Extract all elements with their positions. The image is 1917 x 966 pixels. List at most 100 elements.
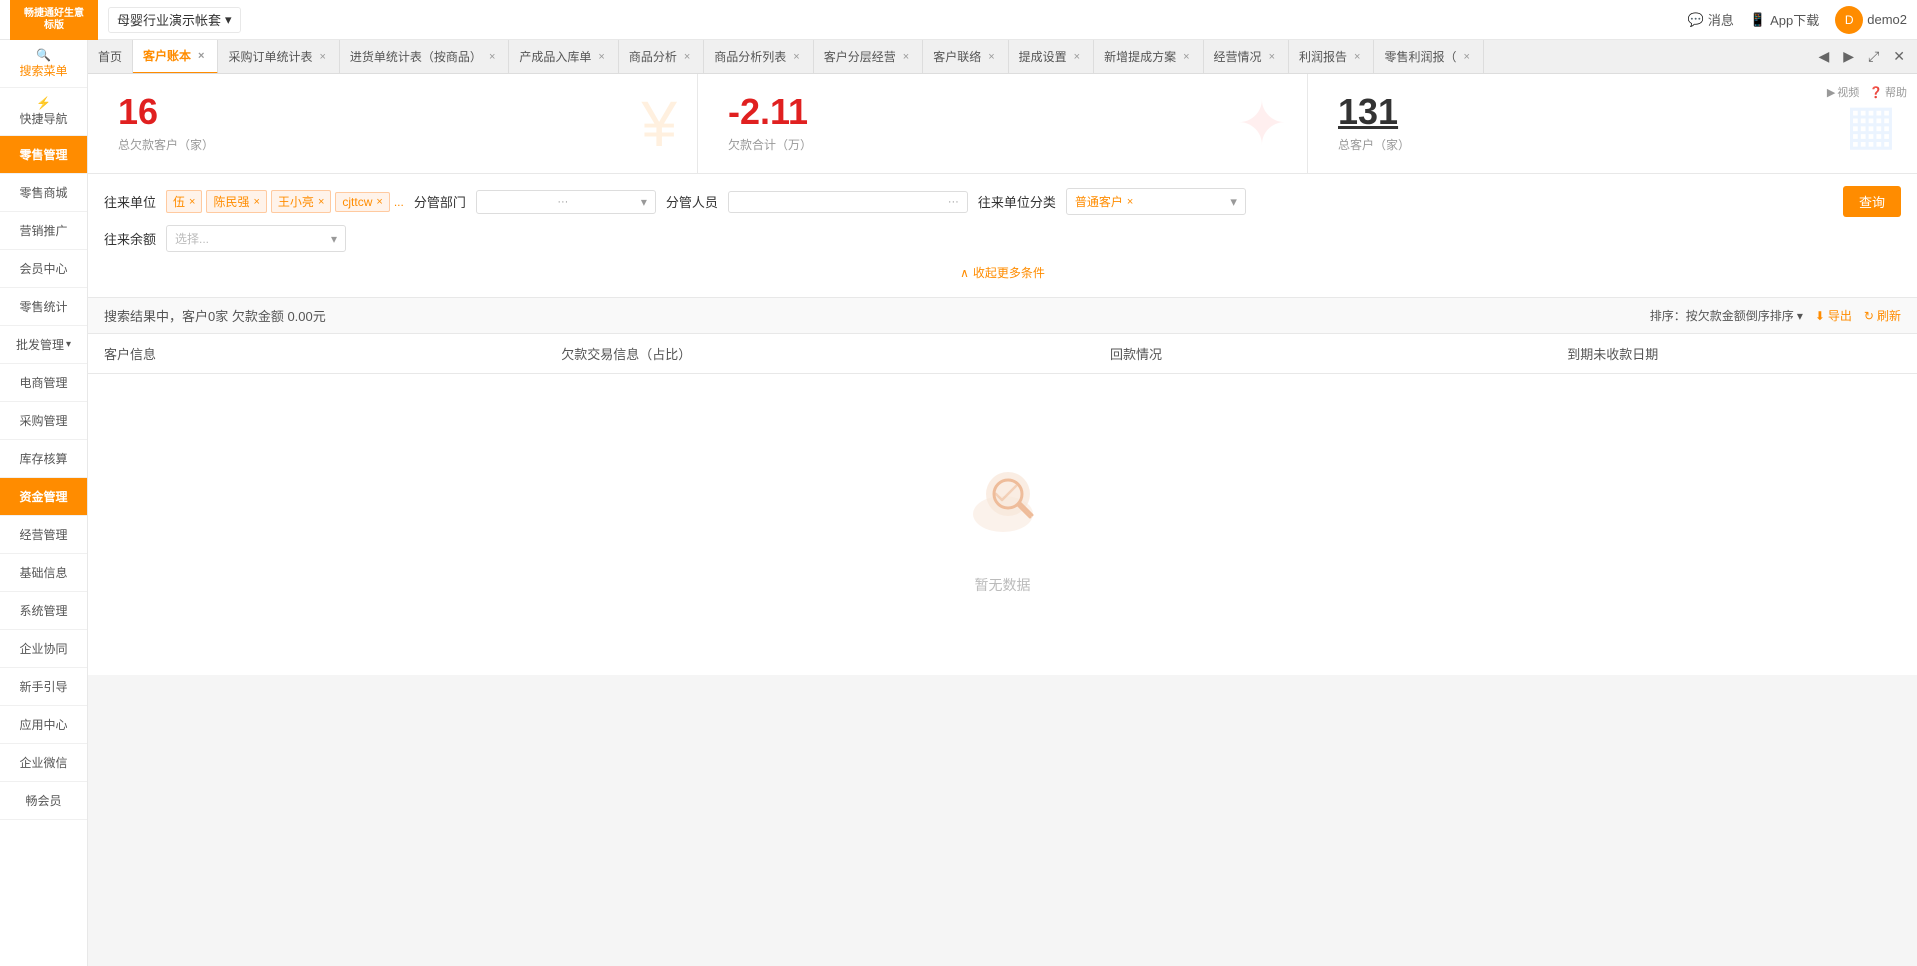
filter-more-btn[interactable]: ... [394, 195, 404, 209]
tab-next-arrow[interactable]: ▶ [1839, 46, 1858, 67]
tab-close-retail-profit[interactable]: × [1460, 50, 1472, 64]
demo-select[interactable]: 母婴行业演示帐套 [108, 7, 241, 33]
stat-label-debt-customers: 总欠款客户（家） [118, 136, 214, 153]
sidebar-item-app-center[interactable]: 应用中心 [0, 706, 87, 744]
tab-retail-profit[interactable]: 零售利润报（ × [1374, 40, 1483, 74]
tab-prev-arrow[interactable]: ◀ [1815, 46, 1834, 67]
sort-btn[interactable]: 排序：按欠款金额倒序排序 ▾ [1650, 307, 1803, 324]
sidebar-item-wholesale[interactable]: 批发管理 ▾ [0, 326, 87, 364]
filter-area: 往来单位 伍 × 陈民强 × 王小亮 × [88, 174, 1917, 298]
sort-chevron-down-icon: ▾ [1797, 309, 1803, 323]
sidebar-search-label: 搜索菜单 [5, 62, 82, 79]
avatar: D [1835, 6, 1863, 34]
tab-close-goods-stat[interactable]: × [486, 50, 498, 64]
remove-tag-wangxiaoliang[interactable]: × [318, 196, 324, 208]
chevron-down-icon [225, 12, 232, 28]
tab-close-customer-tier[interactable]: × [900, 50, 912, 64]
sidebar-item-retail-mgmt[interactable]: 零售管理 [0, 136, 87, 174]
sidebar-item-operation[interactable]: 经营管理 [0, 516, 87, 554]
tab-profit-report[interactable]: 利润报告 × [1289, 40, 1374, 74]
empty-state: 暂无数据 [88, 374, 1917, 675]
manager-more-icon: ··· [948, 196, 959, 208]
sidebar-item-retail-stat[interactable]: 零售统计 [0, 288, 87, 326]
tab-commission-setting[interactable]: 提成设置 × [1009, 40, 1094, 74]
tab-customer-contact[interactable]: 客户联络 × [923, 40, 1008, 74]
tab-bar: 首页 客户账本 × 采购订单统计表 × 进货单统计表（按商品） × 产成品入库单… [88, 40, 1917, 74]
tab-close-profit[interactable]: × [1351, 50, 1363, 64]
chevron-up-icon: ∧ [960, 266, 969, 280]
tab-product-entry[interactable]: 产成品入库单 × [509, 40, 618, 74]
tab-goods-analysis[interactable]: 商品分析 × [619, 40, 704, 74]
empty-icon [958, 454, 1048, 563]
remove-tag-cjttcw[interactable]: × [376, 196, 382, 208]
sidebar-item-basic-info[interactable]: 基础信息 [0, 554, 87, 592]
tab-close-customer-ledger[interactable]: × [195, 49, 207, 63]
results-bar: 搜索结果中，客户0家 欠款金额 0.00元 排序：按欠款金额倒序排序 ▾ ⬇ 导… [88, 298, 1917, 334]
sidebar-item-guide[interactable]: 新手引导 [0, 668, 87, 706]
refresh-btn[interactable]: ↻ 刷新 [1864, 307, 1901, 324]
sidebar-item-enterprise[interactable]: 企业协同 [0, 630, 87, 668]
user-area[interactable]: D demo2 [1835, 6, 1907, 34]
tab-close-commission[interactable]: × [1071, 50, 1083, 64]
sidebar-item-member[interactable]: 会员中心 [0, 250, 87, 288]
video-help-btn[interactable]: ▶ 视频 [1827, 84, 1859, 100]
remove-tag-chenminqiang[interactable]: × [253, 196, 259, 208]
stat-card-total-customers: 131 总客户（家） ▦ ▶ 视频 ❓ 帮助 [1308, 74, 1917, 173]
tab-customer-ledger[interactable]: 客户账本 × [133, 40, 218, 74]
help-icon: ❓ [1869, 86, 1883, 99]
col-header-due-date: 到期未收款日期 [1551, 334, 1917, 374]
tab-close-new-commission[interactable]: × [1180, 50, 1192, 64]
tab-customer-tier[interactable]: 客户分层经营 × [814, 40, 923, 74]
logo[interactable]: 畅捷通好生意 标版 [10, 0, 98, 40]
tab-close-goods-analysis-list[interactable]: × [790, 50, 802, 64]
tab-goods-stat[interactable]: 进货单统计表（按商品） × [340, 40, 509, 74]
remove-unit-class[interactable]: × [1127, 196, 1133, 208]
tab-close-operation[interactable]: × [1266, 50, 1278, 64]
message-icon: 💬 [1688, 12, 1704, 28]
sidebar-item-finance[interactable]: 资金管理 [0, 478, 87, 516]
manager-select[interactable]: ··· [728, 191, 968, 213]
tab-close-goods-analysis[interactable]: × [681, 50, 693, 64]
stat-value-total-customers[interactable]: 131 [1338, 94, 1398, 130]
tab-close-all-icon[interactable]: ✕ [1889, 46, 1909, 67]
balance-filter-label: 往来余额 [104, 229, 156, 248]
sidebar-item-search[interactable]: 🔍 搜索菜单 [0, 40, 87, 88]
message-btn[interactable]: 💬 消息 [1688, 10, 1734, 29]
sidebar-item-quick-nav[interactable]: ⚡ 快捷导航 [0, 88, 87, 136]
sidebar-item-system[interactable]: 系统管理 [0, 592, 87, 630]
tab-goods-analysis-list[interactable]: 商品分析列表 × [704, 40, 813, 74]
dept-filter-label: 分管部门 [414, 192, 466, 211]
sidebar-item-purchase[interactable]: 采购管理 [0, 402, 87, 440]
tab-close-product-entry[interactable]: × [595, 50, 607, 64]
unit-class-select[interactable]: 普通客户 × ▾ [1066, 188, 1246, 215]
tab-new-commission[interactable]: 新增提成方案 × [1094, 40, 1203, 74]
message-label: 消息 [1708, 10, 1734, 29]
download-icon: 📱 [1750, 12, 1766, 28]
sidebar-item-ecommerce[interactable]: 电商管理 [0, 364, 87, 402]
tab-purchase-order[interactable]: 采购订单统计表 × [218, 40, 339, 74]
sidebar-item-wechat[interactable]: 企业微信 [0, 744, 87, 782]
stat-label-total-customers: 总客户（家） [1338, 136, 1410, 153]
stats-row: 16 总欠款客户（家） ¥ -2.11 欠款合计（万） ✦ 131 总客户（家）… [88, 74, 1917, 174]
remove-tag-wu[interactable]: × [189, 196, 195, 208]
export-btn[interactable]: ⬇ 导出 [1815, 307, 1852, 324]
manager-filter-label: 分管人员 [666, 192, 718, 211]
sidebar: 🔍 搜索菜单 ⚡ 快捷导航 零售管理 零售商城 营销推广 会员中心 零售统计 批… [0, 40, 88, 966]
balance-select[interactable]: 选择... ▾ [166, 225, 346, 252]
help-btn[interactable]: ❓ 帮助 [1869, 84, 1907, 100]
video-icon: ▶ [1827, 86, 1835, 99]
tab-close-purchase-order[interactable]: × [316, 50, 328, 64]
dept-select[interactable]: ··· ▾ [476, 190, 656, 214]
app-download-btn[interactable]: 📱 App下载 [1750, 10, 1819, 29]
sidebar-item-marketing[interactable]: 营销推广 [0, 212, 87, 250]
collapse-btn[interactable]: ∧ 收起更多条件 [104, 260, 1901, 285]
tab-close-customer-contact[interactable]: × [985, 50, 997, 64]
unit-class-tag-normal: 普通客户 × [1075, 193, 1133, 210]
tab-operation-status[interactable]: 经营情况 × [1204, 40, 1289, 74]
query-button[interactable]: 查询 [1843, 186, 1901, 217]
sidebar-item-member2[interactable]: 畅会员 [0, 782, 87, 820]
tab-maximize-icon[interactable]: ⤢ [1864, 46, 1883, 67]
sidebar-item-retail-mall[interactable]: 零售商城 [0, 174, 87, 212]
tab-home[interactable]: 首页 [88, 40, 133, 74]
sidebar-item-inventory[interactable]: 库存核算 [0, 440, 87, 478]
